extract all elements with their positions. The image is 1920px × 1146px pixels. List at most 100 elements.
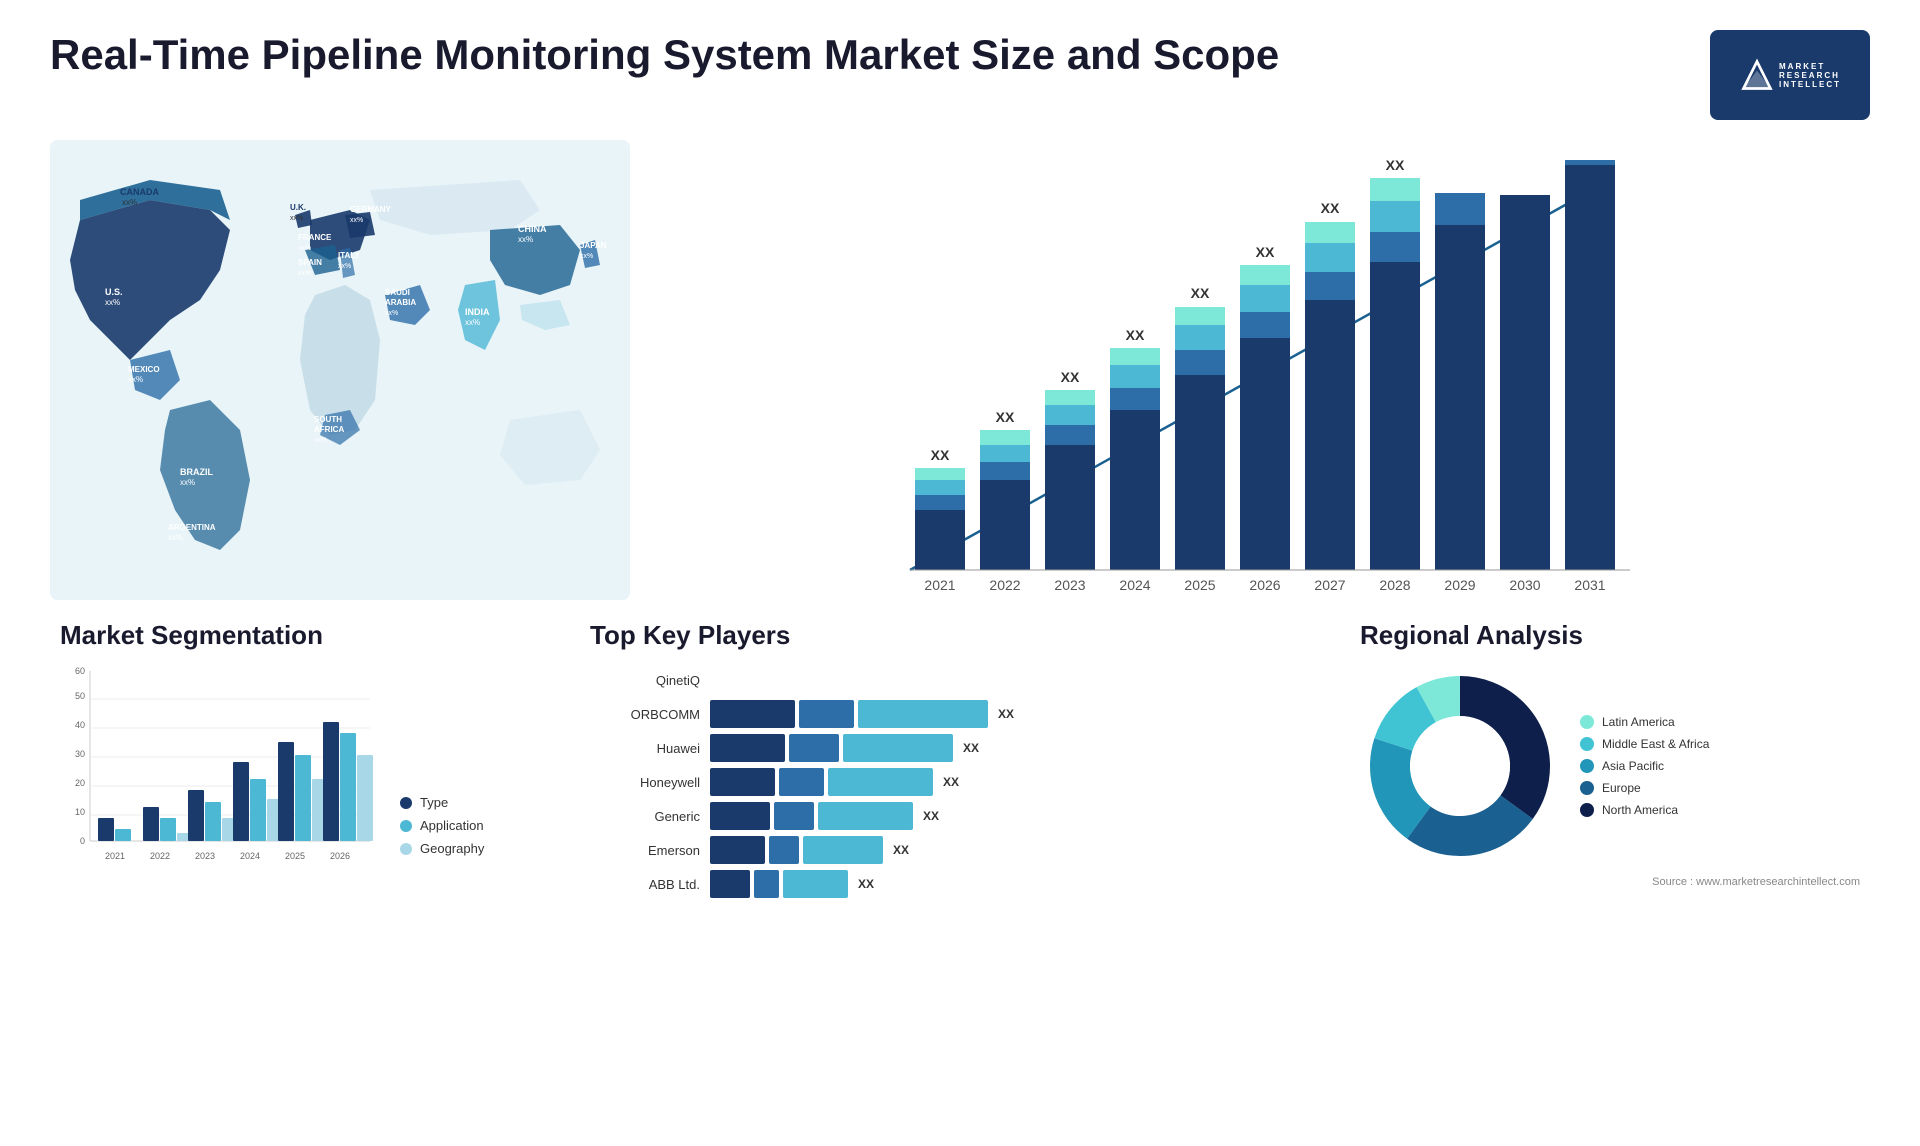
svg-text:2025: 2025 [1184,577,1215,593]
svg-text:2029: 2029 [1444,577,1475,593]
legend-application: Application [400,818,484,833]
legend-dot-geography [400,843,412,855]
growth-chart-svg: XX XX XX XX [670,150,1850,610]
bar-mid [754,870,779,898]
logo-box: MARKET RESEARCH INTELLECT [1710,30,1870,120]
svg-text:2027: 2027 [1314,577,1345,593]
segmentation-section: Market Segmentation 0 10 20 30 40 50 60 [50,620,550,886]
player-bars-abb: XX [710,870,1310,898]
svg-text:60: 60 [75,666,85,676]
svg-text:BRAZIL: BRAZIL [180,467,213,477]
svg-text:2025: 2025 [285,851,305,861]
svg-text:0: 0 [80,836,85,846]
svg-text:xx%: xx% [518,235,533,244]
svg-text:xx%: xx% [105,298,120,307]
bar-dark [710,870,750,898]
svg-text:xx%: xx% [314,437,327,444]
bar-light [818,802,913,830]
svg-text:xx%: xx% [338,263,351,270]
player-name-qinetiq: QinetiQ [590,673,700,688]
player-name-abb: ABB Ltd. [590,877,700,892]
regional-legend: Latin America Middle East & Africa Asia … [1580,715,1709,817]
svg-text:xx%: xx% [298,245,311,252]
world-map-section: CANADA xx% U.S. xx% MEXICO xx% BRAZIL xx… [50,140,630,600]
svg-text:MEXICO: MEXICO [128,365,160,374]
legend-asia-pacific: Asia Pacific [1580,759,1709,773]
svg-text:2024: 2024 [240,851,260,861]
svg-text:2024: 2024 [1119,577,1150,593]
svg-text:XX: XX [996,409,1015,425]
player-name-huawei: Huawei [590,741,700,756]
bar-light [803,836,883,864]
svg-text:AFRICA: AFRICA [314,425,344,434]
svg-text:XX: XX [1386,157,1405,173]
legend-latin-america: Latin America [1580,715,1709,729]
segmentation-chart: 0 10 20 30 40 50 60 [60,666,380,886]
bar-dark [710,802,770,830]
dot-north-america [1580,803,1594,817]
logo-line1: MARKET [1779,62,1841,71]
legend-europe: Europe [1580,781,1709,795]
logo-line3: INTELLECT [1779,80,1841,89]
svg-text:ITALY: ITALY [338,251,360,260]
svg-text:XX: XX [1191,285,1210,301]
svg-text:XX: XX [931,447,950,463]
bar-light [828,768,933,796]
svg-text:SPAIN: SPAIN [298,258,322,267]
player-bars-orbcomm: XX [710,700,1310,728]
svg-text:JAPAN: JAPAN [580,241,607,250]
segmentation-legend: Type Application Geography [400,795,484,886]
player-row-abb: ABB Ltd. XX [590,870,1310,898]
player-row-qinetiq: QinetiQ [590,666,1310,694]
legend-mea: Middle East & Africa [1580,737,1709,751]
svg-text:xx%: xx% [168,533,183,542]
players-title: Top Key Players [590,620,1310,651]
svg-text:XX: XX [1061,369,1080,385]
svg-text:xx%: xx% [465,318,480,327]
regional-content: Latin America Middle East & Africa Asia … [1360,666,1860,866]
bar-dark [710,700,795,728]
svg-text:50: 50 [75,691,85,701]
svg-text:XX: XX [1126,327,1145,343]
player-name-generic: Generic [590,809,700,824]
svg-text:GERMANY: GERMANY [350,205,392,214]
logo-icon [1739,57,1775,93]
player-row-emerson: Emerson XX [590,836,1310,864]
players-list: QinetiQ ORBCOMM XX Huawei [590,666,1310,898]
svg-text:40: 40 [75,720,85,730]
dot-asia-pacific [1580,759,1594,773]
legend-dot-type [400,797,412,809]
segmentation-title: Market Segmentation [60,620,540,651]
svg-text:2021: 2021 [105,851,125,861]
svg-text:CHINA: CHINA [518,224,547,234]
logo-container: MARKET RESEARCH INTELLECT [1710,30,1870,120]
player-bars-emerson: XX [710,836,1310,864]
dot-europe [1580,781,1594,795]
player-name-emerson: Emerson [590,843,700,858]
legend-geography: Geography [400,841,484,856]
header: Real-Time Pipeline Monitoring System Mar… [50,30,1870,120]
svg-text:xx%: xx% [350,217,363,224]
bar-dark [710,836,765,864]
world-map-svg: CANADA xx% U.S. xx% MEXICO xx% BRAZIL xx… [50,140,630,600]
player-bars-qinetiq [710,666,1310,694]
legend-type: Type [400,795,484,810]
svg-text:20: 20 [75,778,85,788]
bar-light [783,870,848,898]
dot-latin-america [1580,715,1594,729]
svg-text:U.K.: U.K. [290,203,306,212]
svg-text:SOUTH: SOUTH [314,415,342,424]
svg-text:2022: 2022 [989,577,1020,593]
svg-text:XX: XX [1256,244,1275,260]
svg-text:10: 10 [75,807,85,817]
player-row-huawei: Huawei XX [590,734,1310,762]
svg-text:2023: 2023 [1054,577,1085,593]
player-bars-huawei: XX [710,734,1310,762]
svg-text:ARABIA: ARABIA [385,298,416,307]
bar-mid [769,836,799,864]
donut-chart [1360,666,1560,866]
svg-text:XX: XX [1321,200,1340,216]
bar-mid [774,802,814,830]
svg-text:FRANCE: FRANCE [298,233,332,242]
page-container: Real-Time Pipeline Monitoring System Mar… [0,0,1920,1146]
